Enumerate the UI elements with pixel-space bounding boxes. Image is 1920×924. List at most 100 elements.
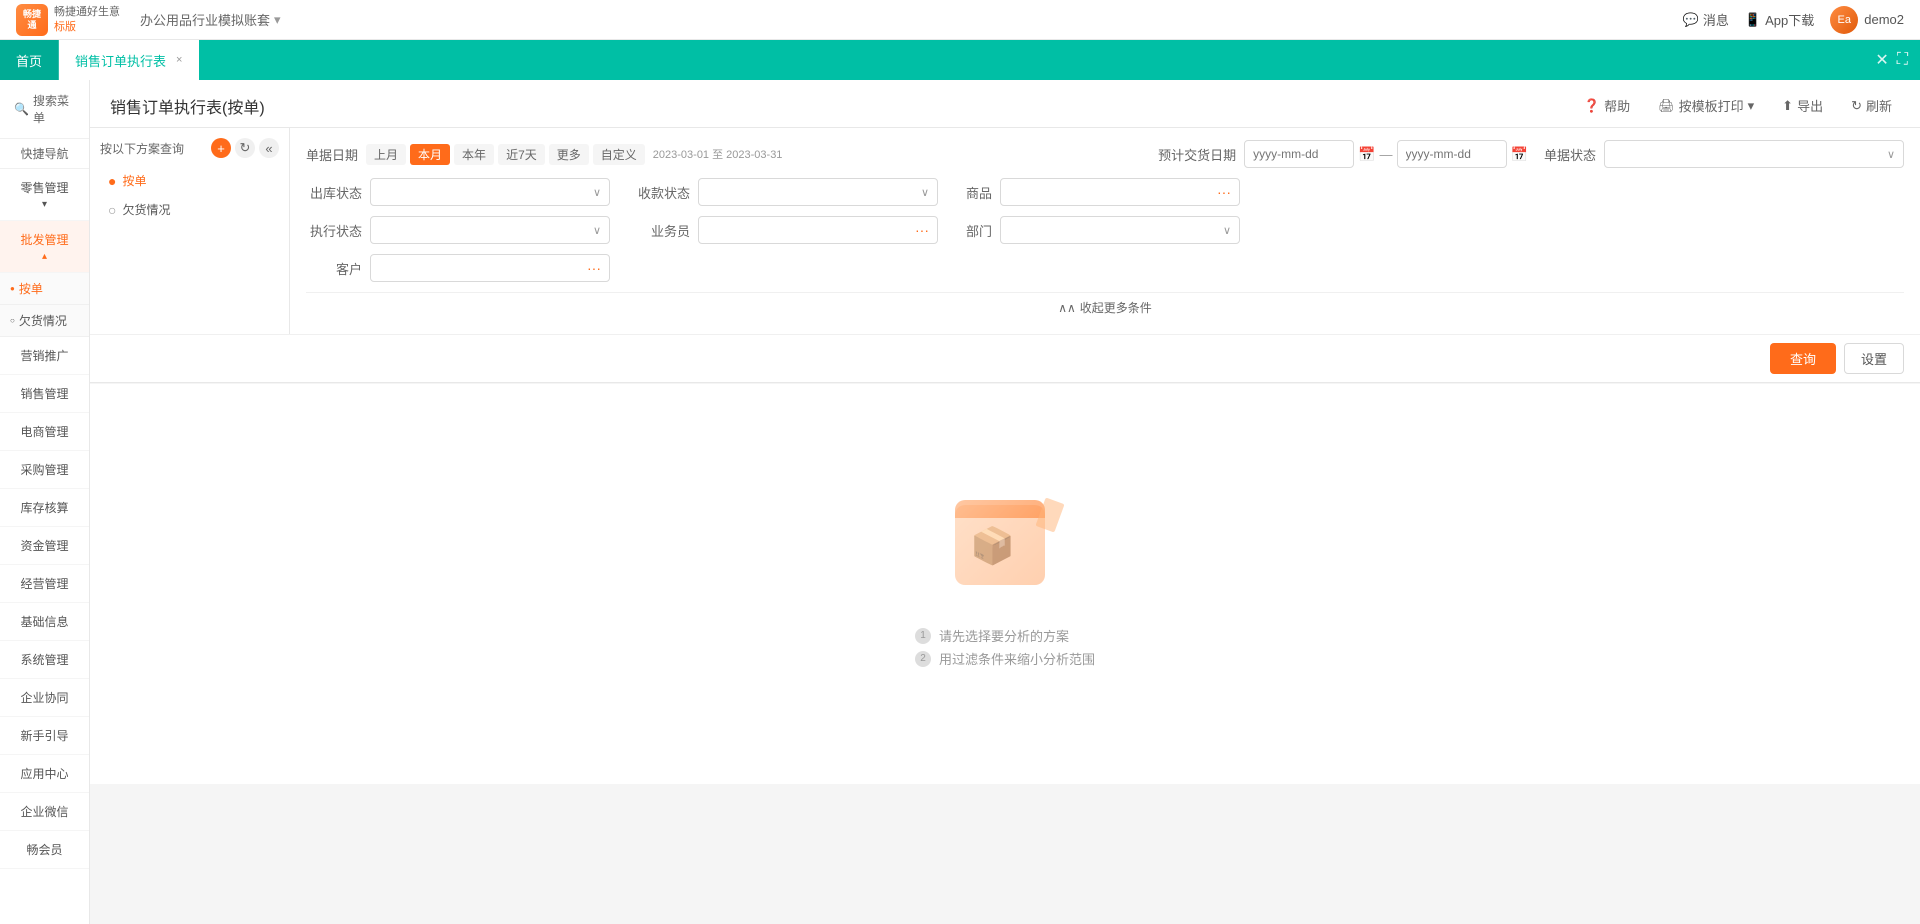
sidebar-item-ecommerce-label: 电商管理 <box>20 423 68 440</box>
goods-item: 商品 ··· <box>962 178 1240 206</box>
receipt-status-item: 收款状态 ∨ <box>634 178 938 206</box>
exec-status-select[interactable]: ∨ <box>370 216 610 244</box>
window-expand-icon[interactable]: ⛶ <box>1897 51 1908 69</box>
sidebar-item-app-center[interactable]: 应用中心 <box>0 755 89 793</box>
scheme-collapse-button[interactable]: « <box>259 138 279 158</box>
sidebar-item-finance[interactable]: 资金管理 <box>0 527 89 565</box>
debt-dot-icon: ○ <box>10 316 15 325</box>
date-tab-last-month[interactable]: 上月 <box>366 144 406 165</box>
settings-button[interactable]: 设置 <box>1844 343 1904 374</box>
doc-status-arrow-icon: ∨ <box>1887 148 1895 161</box>
expected-date-label: 预计交货日期 <box>1158 145 1236 164</box>
sidebar-item-system[interactable]: 系统管理 <box>0 641 89 679</box>
scheme-refresh-button[interactable]: ↻ <box>235 138 255 158</box>
scheme-orders[interactable]: ● 按单 <box>100 166 279 195</box>
doc-status-select[interactable]: ∨ <box>1604 140 1904 168</box>
main-layout: 🔍 搜索菜单 快捷导航 零售管理 ▾ 批发管理 ▴ ● 按单 ○ 欠货情况 <box>0 80 1920 924</box>
out-status-arrow-icon: ∨ <box>593 186 601 199</box>
out-status-select[interactable]: ∨ <box>370 178 610 206</box>
sidebar-quick-nav[interactable]: 快捷导航 <box>0 139 89 169</box>
date-tab-this-year[interactable]: 本年 <box>454 144 494 165</box>
message-action[interactable]: 💬 消息 <box>1683 10 1729 29</box>
top-bar: 畅捷通 畅捷通好生意 标版 办公用品行业模拟账套 ▾ 💬 消息 📱 App下载 … <box>0 0 1920 40</box>
wholesale-arrow-icon: ▴ <box>42 251 47 262</box>
sidebar-item-wholesale-label: 批发管理 <box>20 231 68 248</box>
filter-row-4: 客户 ··· <box>306 254 1904 282</box>
print-icon: 🖨 <box>1658 98 1675 114</box>
sidebar-item-sales-label: 销售管理 <box>20 385 68 402</box>
sidebar-wholesale-submenu: ● 按单 ○ 欠货情况 <box>0 273 89 337</box>
scheme-debt[interactable]: ○ 欠货情况 <box>100 195 279 224</box>
expected-date-from[interactable] <box>1244 140 1354 168</box>
sidebar: 🔍 搜索菜单 快捷导航 零售管理 ▾ 批发管理 ▴ ● 按单 ○ 欠货情况 <box>0 80 90 924</box>
date-tab-more[interactable]: 更多 <box>549 144 589 165</box>
sidebar-sub-orders[interactable]: ● 按单 <box>0 273 89 305</box>
sidebar-item-wholesale[interactable]: 批发管理 ▴ <box>0 221 89 273</box>
filter-fields: 单据日期 上月 本月 本年 <box>290 128 1920 334</box>
receipt-status-arrow-icon: ∨ <box>921 186 929 199</box>
date-range-label: 2023-03-01 至 2023-03-31 <box>653 146 783 162</box>
page-title: 销售订单执行表(按单) <box>110 94 265 118</box>
dept-select[interactable]: ∨ <box>1000 216 1240 244</box>
help-button[interactable]: ❓ 帮助 <box>1576 92 1638 119</box>
template-print-button[interactable]: 🖨 按模板打印 ▾ <box>1650 92 1762 119</box>
date-tab-last7[interactable]: 近7天 <box>498 144 545 165</box>
sidebar-item-finance-label: 资金管理 <box>20 537 68 554</box>
date-range-text: 2023-03-01 至 2023-03-31 <box>653 146 783 162</box>
dept-item: 部门 ∨ <box>962 216 1240 244</box>
date-tab-custom[interactable]: 自定义 <box>593 144 645 165</box>
refresh-button[interactable]: ↻ 刷新 <box>1843 92 1900 119</box>
tab-home[interactable]: 首页 <box>0 40 59 80</box>
cal-to-icon[interactable]: 📅 <box>1511 146 1528 163</box>
sidebar-item-retail[interactable]: 零售管理 ▾ <box>0 169 89 221</box>
sidebar-item-basic[interactable]: 基础信息 <box>0 603 89 641</box>
app-download-action[interactable]: 📱 App下载 <box>1745 10 1814 29</box>
customer-input[interactable]: ··· <box>370 254 610 282</box>
window-close-icon[interactable]: ✕ <box>1875 50 1888 70</box>
sidebar-item-marketing[interactable]: 营销推广 <box>0 337 89 375</box>
sidebar-item-enterprise[interactable]: 企业协同 <box>0 679 89 717</box>
scheme-panel: 按以下方案查询 + ↻ « <box>90 128 290 334</box>
step-1-text: 请先选择要分析的方案 <box>939 626 1069 645</box>
action-row: 查询 设置 <box>90 334 1920 382</box>
sidebar-item-enterprise-wechat-label: 企业微信 <box>20 803 68 820</box>
sidebar-item-vip[interactable]: 畅会员 <box>0 831 89 869</box>
expected-date-to[interactable] <box>1397 140 1507 168</box>
sidebar-sub-orders-label: 按单 <box>19 280 43 297</box>
sidebar-item-guide[interactable]: 新手引导 <box>0 717 89 755</box>
cal-from-icon[interactable]: 📅 <box>1358 146 1375 163</box>
sidebar-item-inventory[interactable]: 库存核算 <box>0 489 89 527</box>
scheme-debt-label: 欠货情况 <box>122 201 170 218</box>
scheme-orders-label: 按单 <box>122 172 146 189</box>
content-area: 销售订单执行表(按单) ❓ 帮助 🖨 按模板打印 ▾ ⬆ 导出 ↻ 刷新 <box>90 80 1920 924</box>
salesperson-label: 业务员 <box>634 221 690 240</box>
customer-label: 客户 <box>306 259 362 278</box>
export-button[interactable]: ⬆ 导出 <box>1774 92 1831 119</box>
date-tab-this-month[interactable]: 本月 <box>410 144 450 165</box>
message-icon: 💬 <box>1683 12 1699 28</box>
collapse-button[interactable]: ∧∧ 收起更多条件 <box>306 292 1904 322</box>
orders-dot-icon: ● <box>10 284 15 293</box>
sidebar-item-sales[interactable]: 销售管理 <box>0 375 89 413</box>
sidebar-item-purchase[interactable]: 采购管理 <box>0 451 89 489</box>
collapse-label: 收起更多条件 <box>1080 299 1152 316</box>
breadcrumb[interactable]: 办公用品行业模拟账套 ▾ <box>140 10 281 29</box>
empty-steps: 1 请先选择要分析的方案 2 用过滤条件来缩小分析范围 <box>915 626 1095 668</box>
query-button[interactable]: 查询 <box>1770 343 1836 374</box>
scheme-debt-icon: ○ <box>108 202 116 218</box>
receipt-status-select[interactable]: ∨ <box>698 178 938 206</box>
goods-input[interactable]: ··· <box>1000 178 1240 206</box>
user-area[interactable]: Ea demo2 <box>1830 6 1904 34</box>
sidebar-item-enterprise-wechat[interactable]: 企业微信 <box>0 793 89 831</box>
sidebar-item-operation[interactable]: 经营管理 <box>0 565 89 603</box>
template-print-arrow-icon: ▾ <box>1748 98 1755 114</box>
sidebar-item-ecommerce[interactable]: 电商管理 <box>0 413 89 451</box>
salesperson-input[interactable]: ··· <box>698 216 938 244</box>
scheme-add-button[interactable]: + <box>211 138 231 158</box>
sidebar-sub-debt[interactable]: ○ 欠货情况 <box>0 305 89 337</box>
sidebar-search[interactable]: 🔍 搜索菜单 <box>8 88 81 130</box>
template-print-label: 按模板打印 <box>1679 96 1744 115</box>
tab-close-icon[interactable]: × <box>176 54 182 66</box>
top-bar-left: 畅捷通 畅捷通好生意 标版 办公用品行业模拟账套 ▾ <box>16 4 281 36</box>
tab-sales-execute[interactable]: 销售订单执行表 × <box>59 40 199 80</box>
